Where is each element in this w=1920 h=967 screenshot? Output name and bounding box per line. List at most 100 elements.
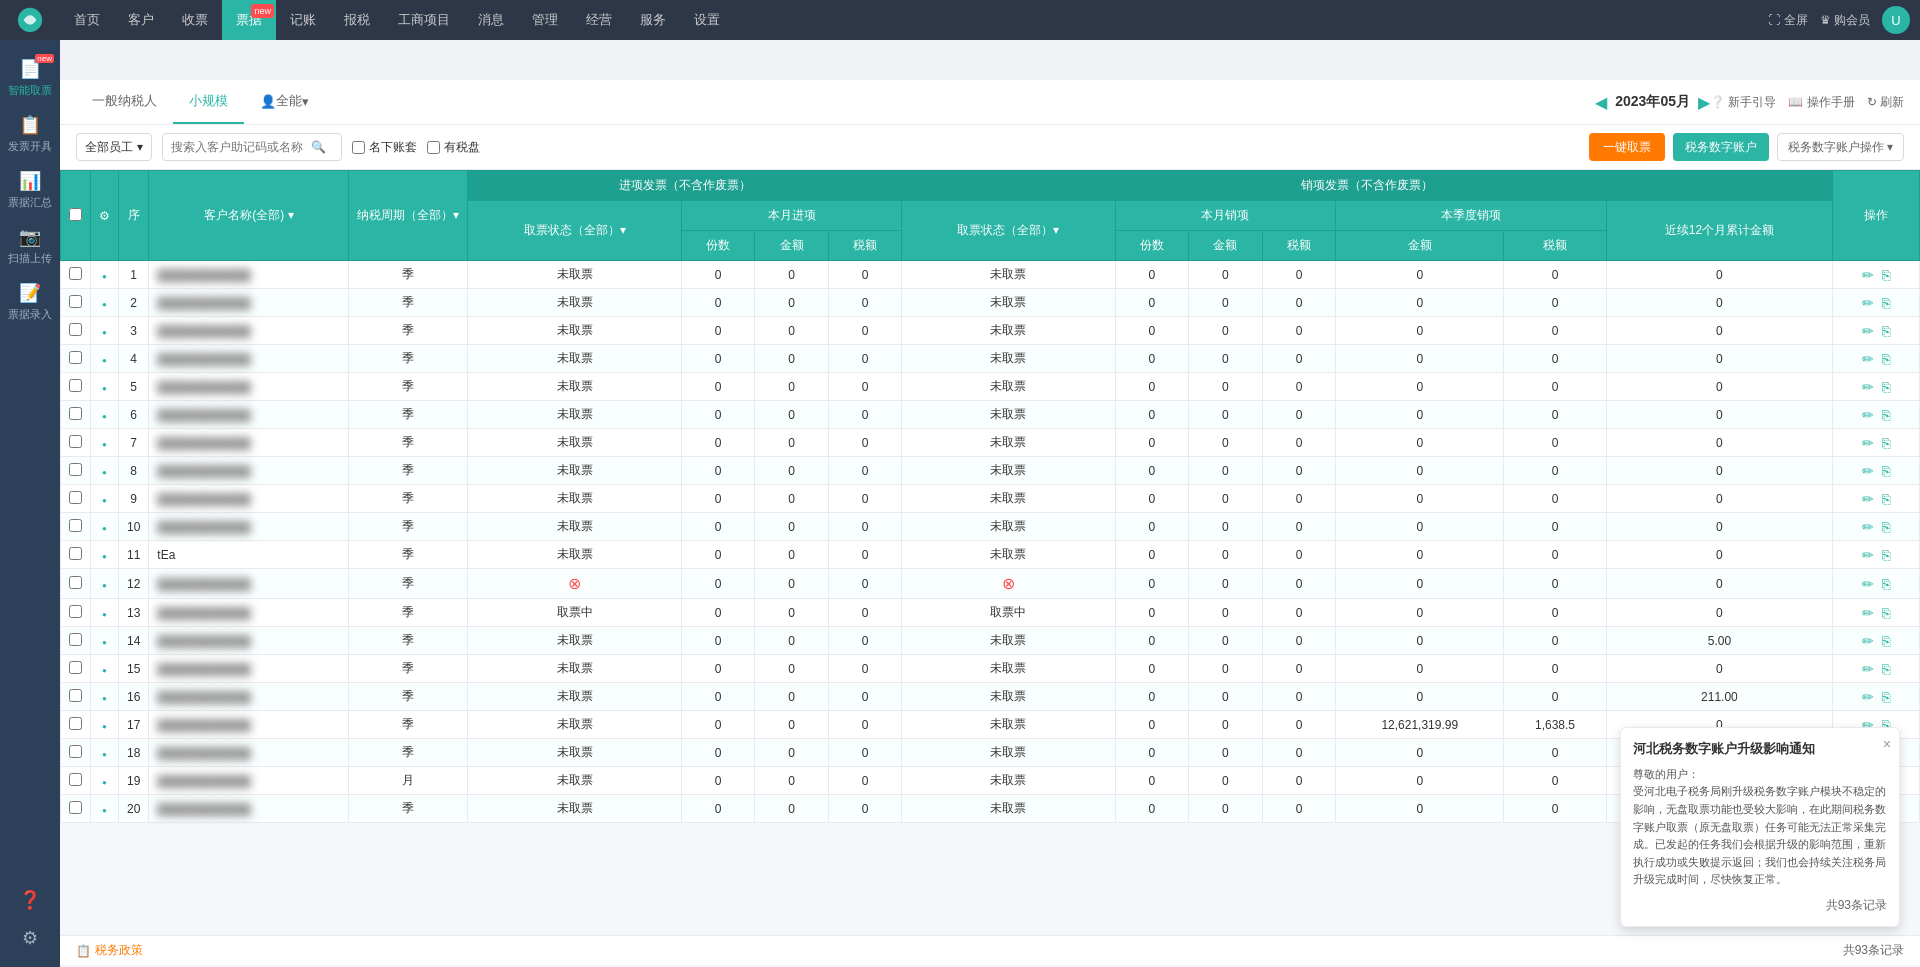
- edit-action-btn[interactable]: ✏: [1862, 351, 1874, 367]
- next-period-button[interactable]: ▶: [1698, 93, 1710, 112]
- cell-checkbox[interactable]: [61, 599, 91, 627]
- copy-action-btn[interactable]: ⎘: [1882, 491, 1890, 507]
- cell-checkbox[interactable]: [61, 401, 91, 429]
- policy-label[interactable]: 税务政策: [95, 942, 143, 959]
- edit-action-btn[interactable]: ✏: [1862, 519, 1874, 535]
- copy-action-btn[interactable]: ⎘: [1882, 379, 1890, 395]
- row-checkbox[interactable]: [69, 351, 82, 364]
- nav-item-settings[interactable]: 设置: [680, 0, 734, 40]
- copy-action-btn[interactable]: ⎘: [1882, 267, 1890, 283]
- cell-checkbox[interactable]: [61, 513, 91, 541]
- nav-item-client[interactable]: 客户: [114, 0, 168, 40]
- sub-ledger-checkbox[interactable]: [352, 141, 365, 154]
- edit-action-btn[interactable]: ✏: [1862, 295, 1874, 311]
- refresh-btn[interactable]: ↻ 刷新: [1867, 94, 1904, 111]
- copy-action-btn[interactable]: ⎘: [1882, 295, 1890, 311]
- row-checkbox[interactable]: [69, 576, 82, 589]
- tax-plate-checkbox[interactable]: [427, 141, 440, 154]
- employee-select[interactable]: 全部员工 ▾: [76, 133, 152, 161]
- nav-item-home[interactable]: 首页: [60, 0, 114, 40]
- edit-action-btn[interactable]: ✏: [1862, 463, 1874, 479]
- cell-checkbox[interactable]: [61, 739, 91, 767]
- copy-action-btn[interactable]: ⎘: [1882, 463, 1890, 479]
- cell-checkbox[interactable]: [61, 373, 91, 401]
- one-click-fetch-button[interactable]: 一键取票: [1589, 133, 1665, 161]
- cell-checkbox[interactable]: [61, 541, 91, 569]
- copy-action-btn[interactable]: ⎘: [1882, 605, 1890, 621]
- row-checkbox[interactable]: [69, 547, 82, 560]
- row-checkbox[interactable]: [69, 519, 82, 532]
- edit-action-btn[interactable]: ✏: [1862, 435, 1874, 451]
- cell-checkbox[interactable]: [61, 289, 91, 317]
- nav-item-service[interactable]: 服务: [626, 0, 680, 40]
- sub-ledger-checkbox-label[interactable]: 名下账套: [352, 139, 417, 156]
- new-guide-btn[interactable]: ❔ 新手引导: [1710, 94, 1776, 111]
- copy-action-btn[interactable]: ⎘: [1882, 323, 1890, 339]
- row-checkbox[interactable]: [69, 323, 82, 336]
- row-checkbox[interactable]: [69, 717, 82, 730]
- sidebar-item-invoice-entry[interactable]: 📝 票据录入: [0, 274, 60, 330]
- edit-action-btn[interactable]: ✏: [1862, 547, 1874, 563]
- edit-action-btn[interactable]: ✏: [1862, 379, 1874, 395]
- manual-btn[interactable]: 📖 操作手册: [1788, 94, 1854, 111]
- nav-item-receive[interactable]: 收票: [168, 0, 222, 40]
- row-checkbox[interactable]: [69, 295, 82, 308]
- cell-checkbox[interactable]: [61, 317, 91, 345]
- sidebar-item-settings[interactable]: ⚙: [0, 919, 60, 957]
- copy-action-btn[interactable]: ⎘: [1882, 661, 1890, 677]
- nav-item-operation[interactable]: 经营: [572, 0, 626, 40]
- cell-checkbox[interactable]: [61, 569, 91, 599]
- tab-general-taxpayer[interactable]: 一般纳税人: [76, 80, 173, 124]
- row-checkbox[interactable]: [69, 491, 82, 504]
- copy-action-btn[interactable]: ⎘: [1882, 407, 1890, 423]
- cell-checkbox[interactable]: [61, 485, 91, 513]
- nav-item-tax[interactable]: 报税: [330, 0, 384, 40]
- tax-digital-account-button[interactable]: 税务数字账户: [1673, 133, 1769, 161]
- edit-action-btn[interactable]: ✏: [1862, 576, 1874, 592]
- row-checkbox[interactable]: [69, 745, 82, 758]
- tab-small-scale[interactable]: 小规模: [173, 80, 244, 124]
- row-checkbox[interactable]: [69, 379, 82, 392]
- edit-action-btn[interactable]: ✏: [1862, 605, 1874, 621]
- copy-action-btn[interactable]: ⎘: [1882, 351, 1890, 367]
- cell-checkbox[interactable]: [61, 345, 91, 373]
- sidebar-item-help[interactable]: ❓: [0, 881, 60, 919]
- copy-action-btn[interactable]: ⎘: [1882, 633, 1890, 649]
- edit-action-btn[interactable]: ✏: [1862, 407, 1874, 423]
- copy-action-btn[interactable]: ⎘: [1882, 519, 1890, 535]
- notification-close-button[interactable]: ×: [1883, 736, 1891, 752]
- fullscreen-btn[interactable]: ⛶ 全屏: [1768, 12, 1807, 29]
- cell-checkbox[interactable]: [61, 795, 91, 823]
- sidebar-item-invoice-open[interactable]: 📋 发票开具: [0, 106, 60, 162]
- nav-item-business[interactable]: 工商项目: [384, 0, 464, 40]
- cell-checkbox[interactable]: [61, 767, 91, 795]
- cell-checkbox[interactable]: [61, 429, 91, 457]
- table-settings-icon[interactable]: ⚙: [99, 209, 110, 223]
- edit-action-btn[interactable]: ✏: [1862, 689, 1874, 705]
- nav-item-invoice[interactable]: 票据 new: [222, 0, 276, 40]
- member-btn[interactable]: ♛ 购会员: [1820, 12, 1870, 29]
- row-checkbox[interactable]: [69, 661, 82, 674]
- cell-checkbox[interactable]: [61, 655, 91, 683]
- row-checkbox[interactable]: [69, 801, 82, 814]
- cell-checkbox[interactable]: [61, 711, 91, 739]
- sidebar-item-scan-upload[interactable]: 📷 扫描上传: [0, 218, 60, 274]
- cell-checkbox[interactable]: [61, 683, 91, 711]
- sidebar-item-invoice-summary[interactable]: 📊 票据汇总: [0, 162, 60, 218]
- edit-action-btn[interactable]: ✏: [1862, 491, 1874, 507]
- edit-action-btn[interactable]: ✏: [1862, 267, 1874, 283]
- edit-action-btn[interactable]: ✏: [1862, 323, 1874, 339]
- row-checkbox[interactable]: [69, 463, 82, 476]
- nav-item-message[interactable]: 消息: [464, 0, 518, 40]
- copy-action-btn[interactable]: ⎘: [1882, 576, 1890, 592]
- row-checkbox[interactable]: [69, 605, 82, 618]
- select-all-checkbox[interactable]: [69, 208, 82, 221]
- copy-action-btn[interactable]: ⎘: [1882, 435, 1890, 451]
- row-checkbox[interactable]: [69, 689, 82, 702]
- copy-action-btn[interactable]: ⎘: [1882, 547, 1890, 563]
- row-checkbox[interactable]: [69, 407, 82, 420]
- prev-period-button[interactable]: ◀: [1595, 93, 1607, 112]
- nav-item-manage[interactable]: 管理: [518, 0, 572, 40]
- row-checkbox[interactable]: [69, 633, 82, 646]
- row-checkbox[interactable]: [69, 435, 82, 448]
